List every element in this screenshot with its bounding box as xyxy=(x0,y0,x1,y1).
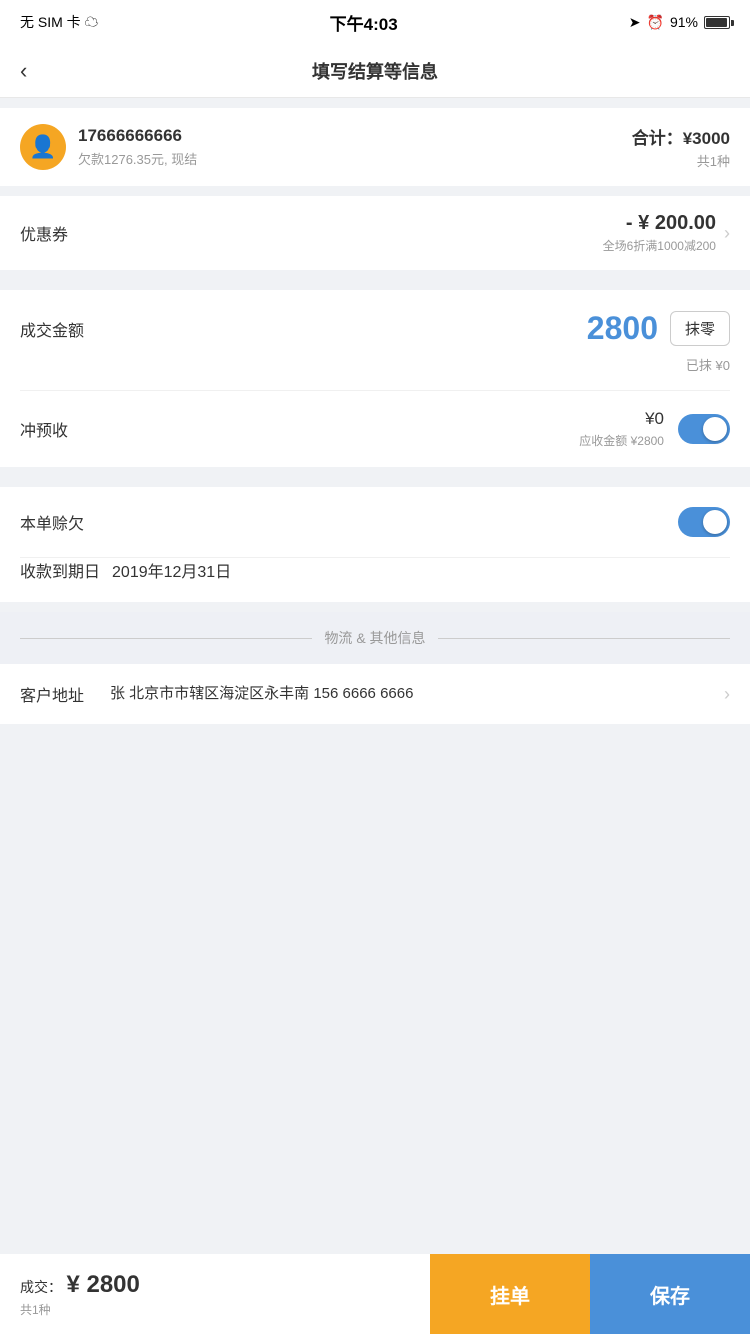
logistics-section: 物流 & 其他信息 xyxy=(0,612,750,664)
hang-button[interactable]: 挂单 xyxy=(430,1254,590,1334)
deal-amount: 2800 xyxy=(587,310,658,347)
user-phone: 17666666666 xyxy=(78,126,197,146)
status-right: ➤ ⏰ 91% xyxy=(629,14,730,31)
user-right: 合计：¥3000 共1种 xyxy=(632,124,730,170)
coupon-desc: 全场6折满1000减200 xyxy=(603,237,716,254)
user-left: 👤 17666666666 欠款1276.35元, 现结 xyxy=(20,124,197,170)
debt-label: 本单赊欠 xyxy=(20,510,84,534)
deal-label: 成交金额 xyxy=(20,317,84,341)
back-button[interactable]: ‹ xyxy=(20,54,35,88)
logistics-line-right xyxy=(438,638,730,639)
deal-section: 成交金额 2800 抹零 已抹 ¥0 冲预收 ¥0 应收金额 ¥2800 xyxy=(0,290,750,467)
pre-collect-label: 冲预收 xyxy=(20,417,68,441)
status-time: 下午4:03 xyxy=(330,10,398,35)
user-card: 👤 17666666666 欠款1276.35元, 现结 合计：¥3000 共1… xyxy=(0,108,750,186)
date-label: 收款到期日 xyxy=(20,558,100,582)
bottom-amount: ¥ 2800 xyxy=(66,1271,139,1298)
bottom-deal-row: 成交： ¥ 2800 xyxy=(20,1271,410,1299)
coupon-row[interactable]: 优惠券 - ¥ 200.00 全场6折满1000减200 › xyxy=(0,196,750,270)
divider-1 xyxy=(0,186,750,196)
deal-sub: 已抹 ¥0 xyxy=(20,355,730,390)
pre-amount-block: ¥0 应收金额 ¥2800 xyxy=(579,409,664,449)
debt-row: 本单赊欠 xyxy=(20,487,730,557)
date-row: 收款到期日 2019年12月31日 xyxy=(20,558,730,602)
address-chevron-icon: › xyxy=(724,684,730,705)
bottom-count: 共1种 xyxy=(20,1301,410,1318)
logistics-text: 物流 & 其他信息 xyxy=(324,628,425,648)
address-value: 张 北京市市辖区海淀区永丰南 156 6666 6666 xyxy=(100,683,724,706)
pre-collect-toggle[interactable] xyxy=(678,414,730,444)
toggle-knob xyxy=(703,417,727,441)
address-label: 客户地址 xyxy=(20,682,100,706)
address-block[interactable]: 客户地址 张 北京市市辖区海淀区永丰南 156 6666 6666 › xyxy=(0,664,750,724)
coupon-label: 优惠券 xyxy=(20,221,68,245)
avatar-icon: 👤 xyxy=(29,134,56,160)
sim-signal: 无 SIM 卡 ☁ xyxy=(20,12,99,32)
coupon-chevron-icon: › xyxy=(724,223,730,244)
pre-collect-row: 冲预收 ¥0 应收金额 ¥2800 xyxy=(20,391,730,467)
debt-toggle[interactable] xyxy=(678,507,730,537)
empty-area xyxy=(0,724,750,864)
round-button[interactable]: 抹零 xyxy=(670,311,730,346)
user-sub: 欠款1276.35元, 现结 xyxy=(78,149,197,168)
location-icon: ➤ xyxy=(629,14,641,31)
page-title: 填写结算等信息 xyxy=(312,58,438,84)
status-left: 无 SIM 卡 ☁ xyxy=(20,12,99,32)
avatar: 👤 xyxy=(20,124,66,170)
clock-icon: ⏰ xyxy=(647,14,664,31)
page-header: ‹ 填写结算等信息 xyxy=(0,44,750,98)
status-bar: 无 SIM 卡 ☁ 下午4:03 ➤ ⏰ 91% xyxy=(0,0,750,44)
deal-right: 2800 抹零 xyxy=(587,310,730,347)
logistics-line-left xyxy=(20,638,312,639)
deal-row: 成交金额 2800 抹零 xyxy=(20,290,730,355)
bottom-bar: 成交： ¥ 2800 共1种 挂单 保存 xyxy=(0,1254,750,1334)
total-amount: 合计：¥3000 xyxy=(632,124,730,149)
pre-sub: 应收金额 ¥2800 xyxy=(579,432,664,449)
debt-toggle-knob xyxy=(703,510,727,534)
coupon-right: - ¥ 200.00 全场6折满1000减200 › xyxy=(603,212,730,254)
coupon-right-content: - ¥ 200.00 全场6折满1000减200 xyxy=(603,212,716,254)
date-value: 2019年12月31日 xyxy=(112,558,231,582)
pre-amount: ¥0 xyxy=(579,409,664,429)
user-info: 17666666666 欠款1276.35元, 现结 xyxy=(78,126,197,168)
bottom-btn-group: 挂单 保存 xyxy=(430,1254,750,1334)
bottom-deal-label: 成交： xyxy=(20,1279,62,1295)
divider-3 xyxy=(0,467,750,477)
battery-icon xyxy=(704,16,730,29)
debt-section: 本单赊欠 收款到期日 2019年12月31日 xyxy=(0,487,750,602)
total-count: 共1种 xyxy=(632,151,730,170)
pre-right: ¥0 应收金额 ¥2800 xyxy=(579,409,730,449)
battery-percent: 91% xyxy=(670,14,698,30)
coupon-amount: - ¥ 200.00 xyxy=(603,212,716,235)
bottom-left: 成交： ¥ 2800 共1种 xyxy=(0,1271,430,1318)
divider-2 xyxy=(0,270,750,280)
save-button[interactable]: 保存 xyxy=(590,1254,750,1334)
